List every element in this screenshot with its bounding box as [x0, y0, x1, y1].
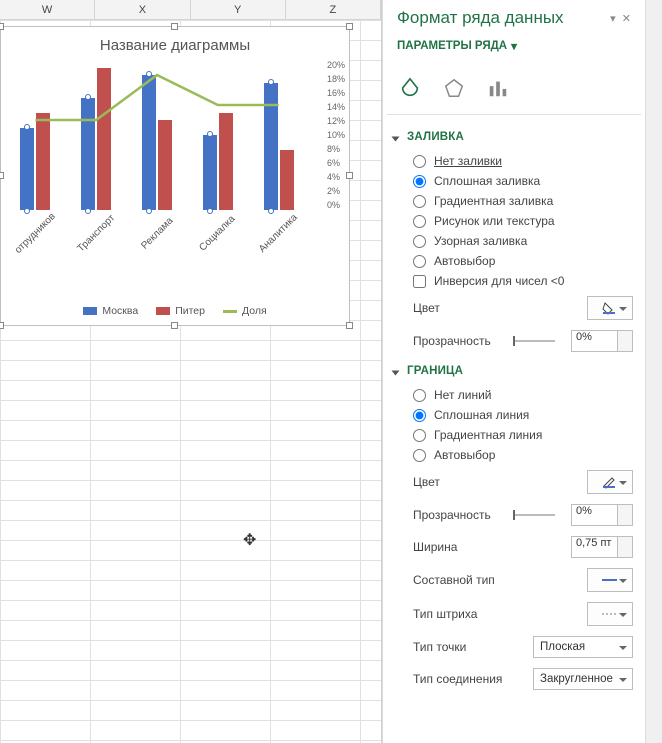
bar-piter[interactable] — [219, 113, 233, 211]
resize-handle[interactable] — [171, 322, 178, 329]
border-width-label: Ширина — [413, 540, 503, 554]
dash-line-icon — [601, 609, 619, 619]
border-section-header[interactable]: ГРАНИЦА — [393, 357, 633, 385]
cap-type-combo[interactable]: Плоская — [533, 636, 633, 658]
bar-piter[interactable] — [280, 150, 294, 210]
resize-handle[interactable] — [346, 23, 353, 30]
compound-type-label: Составной тип — [413, 573, 503, 587]
legend-item[interactable]: Питер — [156, 305, 205, 317]
bar-moscow[interactable] — [203, 135, 217, 210]
fill-color-picker[interactable] — [587, 296, 633, 320]
series-options-dropdown[interactable]: ПАРАМЕТРЫ РЯДА▾ — [397, 39, 517, 53]
compound-line-icon — [601, 575, 619, 585]
join-type-label: Тип соединения — [413, 672, 503, 686]
border-color-label: Цвет — [413, 475, 503, 489]
fill-picture-radio[interactable]: Рисунок или текстура — [393, 211, 633, 231]
fill-auto-radio[interactable]: Автовыбор — [393, 251, 633, 271]
paint-bucket-icon — [602, 301, 618, 315]
resize-handle[interactable] — [0, 322, 4, 329]
cap-type-label: Тип точки — [413, 640, 503, 654]
fill-line-tab-icon[interactable] — [399, 77, 421, 102]
fill-gradient-radio[interactable]: Градиентная заливка — [393, 191, 633, 211]
dash-type-label: Тип штриха — [413, 607, 503, 621]
pane-scrollbar[interactable] — [645, 0, 662, 743]
col-header[interactable]: X — [95, 0, 190, 19]
x-label: Реклама — [132, 208, 183, 259]
x-label: Аналитика — [253, 208, 304, 259]
x-axis-labels: отрудниковТранспортРекламаСоциалкаАналит… — [5, 216, 309, 239]
spreadsheet-area: W X Y Z Название диаграммы 20%18%16%14%1… — [0, 0, 382, 743]
bar-piter[interactable] — [97, 68, 111, 211]
fill-transparency-input[interactable]: 0% — [571, 330, 633, 352]
border-width-input[interactable]: 0,75 пт — [571, 536, 633, 558]
bar-moscow[interactable] — [20, 128, 34, 211]
bar-piter[interactable] — [36, 113, 50, 211]
col-header[interactable]: Y — [191, 0, 286, 19]
dash-type-picker[interactable] — [587, 602, 633, 626]
x-label: Транспорт — [71, 208, 122, 259]
cursor-icon: ✥ — [243, 530, 256, 550]
x-label: Социалка — [192, 208, 243, 259]
resize-handle[interactable] — [346, 172, 353, 179]
pane-title: Формат ряда данных — [397, 8, 564, 28]
compound-type-picker[interactable] — [587, 568, 633, 592]
border-none-radio[interactable]: Нет линий — [393, 385, 633, 405]
resize-handle[interactable] — [171, 23, 178, 30]
x-label: отрудников — [10, 208, 61, 259]
border-transparency-slider[interactable] — [513, 514, 555, 516]
format-pane: Формат ряда данных ▾ ✕ ПАРАМЕТРЫ РЯДА▾ З… — [382, 0, 645, 743]
chart-object[interactable]: Название диаграммы 20%18%16%14%12%10%8%6… — [0, 26, 350, 326]
fill-transparency-label: Прозрачность — [413, 334, 503, 348]
fill-pattern-radio[interactable]: Узорная заливка — [393, 231, 633, 251]
pane-close-icon[interactable]: ✕ — [622, 13, 631, 25]
border-color-picker[interactable] — [587, 470, 633, 494]
fill-color-label: Цвет — [413, 301, 503, 315]
fill-transparency-slider[interactable] — [513, 340, 555, 342]
fill-section-header[interactable]: ЗАЛИВКА — [393, 123, 633, 151]
pane-menu-icon[interactable]: ▾ — [610, 13, 616, 25]
border-auto-radio[interactable]: Автовыбор — [393, 445, 633, 465]
resize-handle[interactable] — [0, 172, 4, 179]
border-transparency-label: Прозрачность — [413, 508, 503, 522]
col-header[interactable]: W — [0, 0, 95, 19]
border-solid-radio[interactable]: Сплошная линия — [393, 405, 633, 425]
resize-handle[interactable] — [346, 322, 353, 329]
legend-item[interactable]: Москва — [83, 305, 138, 317]
resize-handle[interactable] — [0, 23, 4, 30]
effects-tab-icon[interactable] — [443, 77, 465, 102]
chart-plot[interactable]: 20%18%16%14%12%10%8%6%4%2%0% отрудниковТ… — [5, 60, 309, 260]
bar-moscow[interactable] — [264, 83, 278, 211]
border-transparency-input[interactable]: 0% — [571, 504, 633, 526]
bar-moscow[interactable] — [81, 98, 95, 211]
series-options-tab-icon[interactable] — [487, 77, 509, 102]
pen-icon — [602, 475, 618, 489]
border-gradient-radio[interactable]: Градиентная линия — [393, 425, 633, 445]
chart-title[interactable]: Название диаграммы — [1, 27, 349, 60]
fill-solid-radio[interactable]: Сплошная заливка — [393, 171, 633, 191]
y-axis: 20%18%16%14%12%10%8%6%4%2%0% — [327, 60, 345, 210]
col-header[interactable]: Z — [286, 0, 381, 19]
column-headers: W X Y Z — [0, 0, 381, 20]
bar-piter[interactable] — [158, 120, 172, 210]
chart-legend[interactable]: Москва Питер Доля — [1, 305, 349, 317]
join-type-combo[interactable]: Закругленное — [533, 668, 633, 690]
fill-none-radio[interactable]: Нет заливки — [393, 151, 633, 171]
invert-negatives-checkbox[interactable]: Инверсия для чисел <0 — [393, 271, 633, 291]
bar-moscow[interactable] — [142, 75, 156, 210]
legend-item[interactable]: Доля — [223, 305, 267, 317]
